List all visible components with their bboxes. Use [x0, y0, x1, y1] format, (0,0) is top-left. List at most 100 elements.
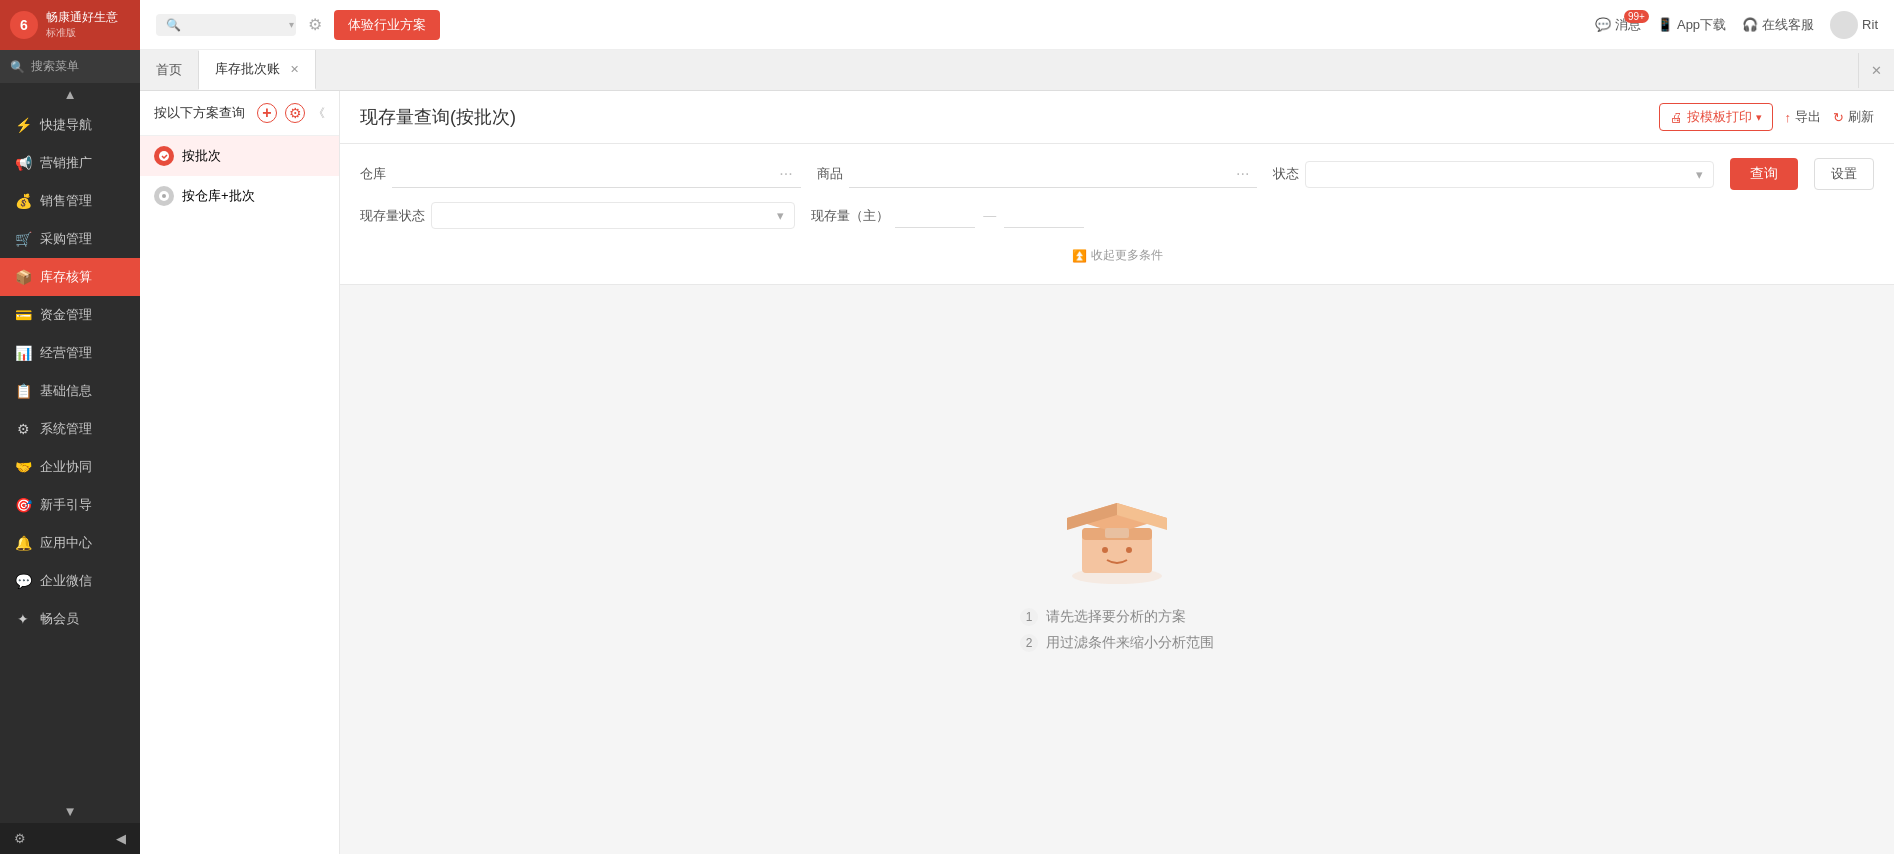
online-service-btn[interactable]: 🎧 在线客服 [1742, 16, 1814, 34]
scheme-icon-active [154, 146, 174, 166]
product-more-icon[interactable]: ··· [1236, 165, 1249, 183]
sidebar-item-inventory[interactable]: 📦 库存核算 [0, 258, 140, 296]
left-panel-collapse-icon[interactable]: 《 [313, 105, 325, 122]
warehouse-more-icon[interactable]: ··· [779, 165, 792, 183]
user-avatar [1830, 11, 1858, 39]
sidebar-item-label: 企业微信 [40, 572, 92, 590]
refresh-btn[interactable]: ↻ 刷新 [1833, 108, 1874, 126]
sidebar-item-label: 应用中心 [40, 534, 92, 552]
topbar: 🔍 ▾ ⚙ 体验行业方案 💬 消息 99+ 📱 App下载 🎧 在线客服 Rit [140, 0, 1894, 50]
footer-settings-icon[interactable]: ⚙ [14, 831, 26, 846]
messages-btn[interactable]: 💬 消息 99+ [1595, 16, 1641, 34]
filter-row-1: 仓库 ··· 商品 ··· [360, 158, 1874, 190]
product-input[interactable]: ··· [849, 161, 1258, 188]
app-download-label: App下载 [1677, 16, 1726, 34]
sidebar-item-guide[interactable]: 🎯 新手引导 [0, 486, 140, 524]
print-icon: 🖨 [1670, 110, 1683, 125]
stock-status-input[interactable]: ▾ [431, 202, 795, 229]
footer-collapse-icon[interactable]: ◀ [116, 831, 126, 846]
warehouse-input[interactable]: ··· [392, 161, 801, 188]
svg-rect-9 [1105, 528, 1129, 538]
sidebar-item-basic[interactable]: 📋 基础信息 [0, 372, 140, 410]
sidebar-item-marketing[interactable]: 📢 营销推广 [0, 144, 140, 182]
sidebar-item-label: 企业协同 [40, 458, 92, 476]
collapse-btn[interactable]: ⏫ 收起更多条件 [360, 241, 1874, 270]
sidebar-item-sales[interactable]: 💰 销售管理 [0, 182, 140, 220]
left-panel-title: 按以下方案查询 [154, 104, 245, 122]
sidebar-search[interactable]: 🔍 搜索菜单 [0, 50, 140, 83]
user-area[interactable]: Rit [1830, 11, 1878, 39]
empty-tip-2: 2 用过滤条件来缩小分析范围 [1020, 634, 1214, 652]
sidebar-item-member[interactable]: ✦ 畅会员 [0, 600, 140, 638]
tab-inventory-batch[interactable]: 库存批次账 ✕ [199, 50, 316, 90]
main-area: 🔍 ▾ ⚙ 体验行业方案 💬 消息 99+ 📱 App下载 🎧 在线客服 Rit [140, 0, 1894, 854]
scheme-by-batch[interactable]: 按批次 [140, 136, 339, 176]
scheme-settings-icon[interactable]: ⚙ [285, 103, 305, 123]
sidebar-item-operation[interactable]: 📊 经营管理 [0, 334, 140, 372]
warehouse-label: 仓库 [360, 165, 386, 183]
sidebar-item-label: 畅会员 [40, 610, 79, 628]
stock-amount-to-input[interactable] [1004, 204, 1084, 228]
system-icon: ⚙ [14, 420, 32, 438]
stock-amount-from-input[interactable] [895, 204, 975, 228]
sidebar-item-label: 新手引导 [40, 496, 92, 514]
sales-icon: 💰 [14, 192, 32, 210]
sidebar: 6 畅康通好生意 标准版 🔍 搜索菜单 ▲ ⚡ 快捷导航 📢 营销推广 💰 销售… [0, 0, 140, 854]
add-scheme-btn[interactable]: + [257, 103, 277, 123]
filter-product: 商品 ··· [817, 161, 1258, 188]
operation-icon: 📊 [14, 344, 32, 362]
sidebar-item-enterprise[interactable]: 🤝 企业协同 [0, 448, 140, 486]
sidebar-item-wechat[interactable]: 💬 企业微信 [0, 562, 140, 600]
sidebar-nav: ⚡ 快捷导航 📢 营销推广 💰 销售管理 🛒 采购管理 📦 库存核算 💳 资金管… [0, 106, 140, 800]
tab-close-icon[interactable]: ✕ [290, 63, 299, 75]
search-label: 搜索菜单 [31, 58, 79, 75]
trial-btn[interactable]: 体验行业方案 [334, 10, 440, 40]
basic-icon: 📋 [14, 382, 32, 400]
left-panel-header: 按以下方案查询 + ⚙ 《 [140, 91, 339, 136]
topbar-dropdown-icon[interactable]: ▾ [289, 19, 294, 30]
sidebar-item-label: 快捷导航 [40, 116, 92, 134]
scheme-by-warehouse-batch[interactable]: 按仓库+批次 [140, 176, 339, 216]
scheme-by-warehouse-batch-label: 按仓库+批次 [182, 187, 255, 205]
topbar-search-input[interactable] [185, 18, 285, 32]
status-dropdown[interactable]: ▾ [1305, 161, 1714, 188]
sidebar-item-purchase[interactable]: 🛒 采购管理 [0, 220, 140, 258]
print-btn[interactable]: 🖨 按模板打印 ▾ [1659, 103, 1773, 131]
guide-icon: 🎯 [14, 496, 32, 514]
topbar-search-area[interactable]: 🔍 ▾ [156, 14, 296, 36]
tip-text-2: 用过滤条件来缩小分析范围 [1046, 634, 1214, 652]
appstore-icon: 🔔 [14, 534, 32, 552]
messages-badge: 99+ [1624, 10, 1649, 23]
page-header: 现存量查询(按批次) 🖨 按模板打印 ▾ ↑ 导出 ↻ 刷新 [340, 91, 1894, 144]
member-icon: ✦ [14, 610, 32, 628]
query-btn[interactable]: 查询 [1730, 158, 1798, 190]
sidebar-item-system[interactable]: ⚙ 系统管理 [0, 410, 140, 448]
sidebar-item-label: 销售管理 [40, 192, 92, 210]
app-download-btn[interactable]: 📱 App下载 [1657, 16, 1726, 34]
scheme-icon-inactive [154, 186, 174, 206]
wechat-icon: 💬 [14, 572, 32, 590]
tab-home-label: 首页 [156, 62, 182, 77]
scroll-up-btn[interactable]: ▲ [0, 83, 140, 106]
tab-home[interactable]: 首页 [140, 51, 199, 89]
tab-panel-close-btn[interactable]: ✕ [1858, 53, 1894, 88]
print-dropdown-icon[interactable]: ▾ [1756, 111, 1762, 124]
filter-warehouse: 仓库 ··· [360, 161, 801, 188]
sidebar-item-quick-nav[interactable]: ⚡ 快捷导航 [0, 106, 140, 144]
export-btn[interactable]: ↑ 导出 [1785, 108, 1822, 126]
topbar-settings-icon[interactable]: ⚙ [308, 15, 322, 34]
scroll-down-btn[interactable]: ▼ [0, 800, 140, 823]
topbar-search-icon: 🔍 [166, 18, 181, 32]
settings-btn[interactable]: 设置 [1814, 158, 1874, 190]
filter-status: 状态 ▾ [1273, 161, 1714, 188]
scheme-by-batch-label: 按批次 [182, 147, 221, 165]
headset-icon: 🎧 [1742, 17, 1758, 32]
purchase-icon: 🛒 [14, 230, 32, 248]
sidebar-item-appstore[interactable]: 🔔 应用中心 [0, 524, 140, 562]
sidebar-item-finance[interactable]: 💳 资金管理 [0, 296, 140, 334]
svg-point-0 [159, 151, 169, 161]
empty-illustration [1057, 488, 1177, 588]
sidebar-item-label: 库存核算 [40, 268, 92, 286]
tabbar: 首页 库存批次账 ✕ ✕ [140, 50, 1894, 91]
empty-tips: 1 请先选择要分析的方案 2 用过滤条件来缩小分析范围 [1020, 608, 1214, 652]
